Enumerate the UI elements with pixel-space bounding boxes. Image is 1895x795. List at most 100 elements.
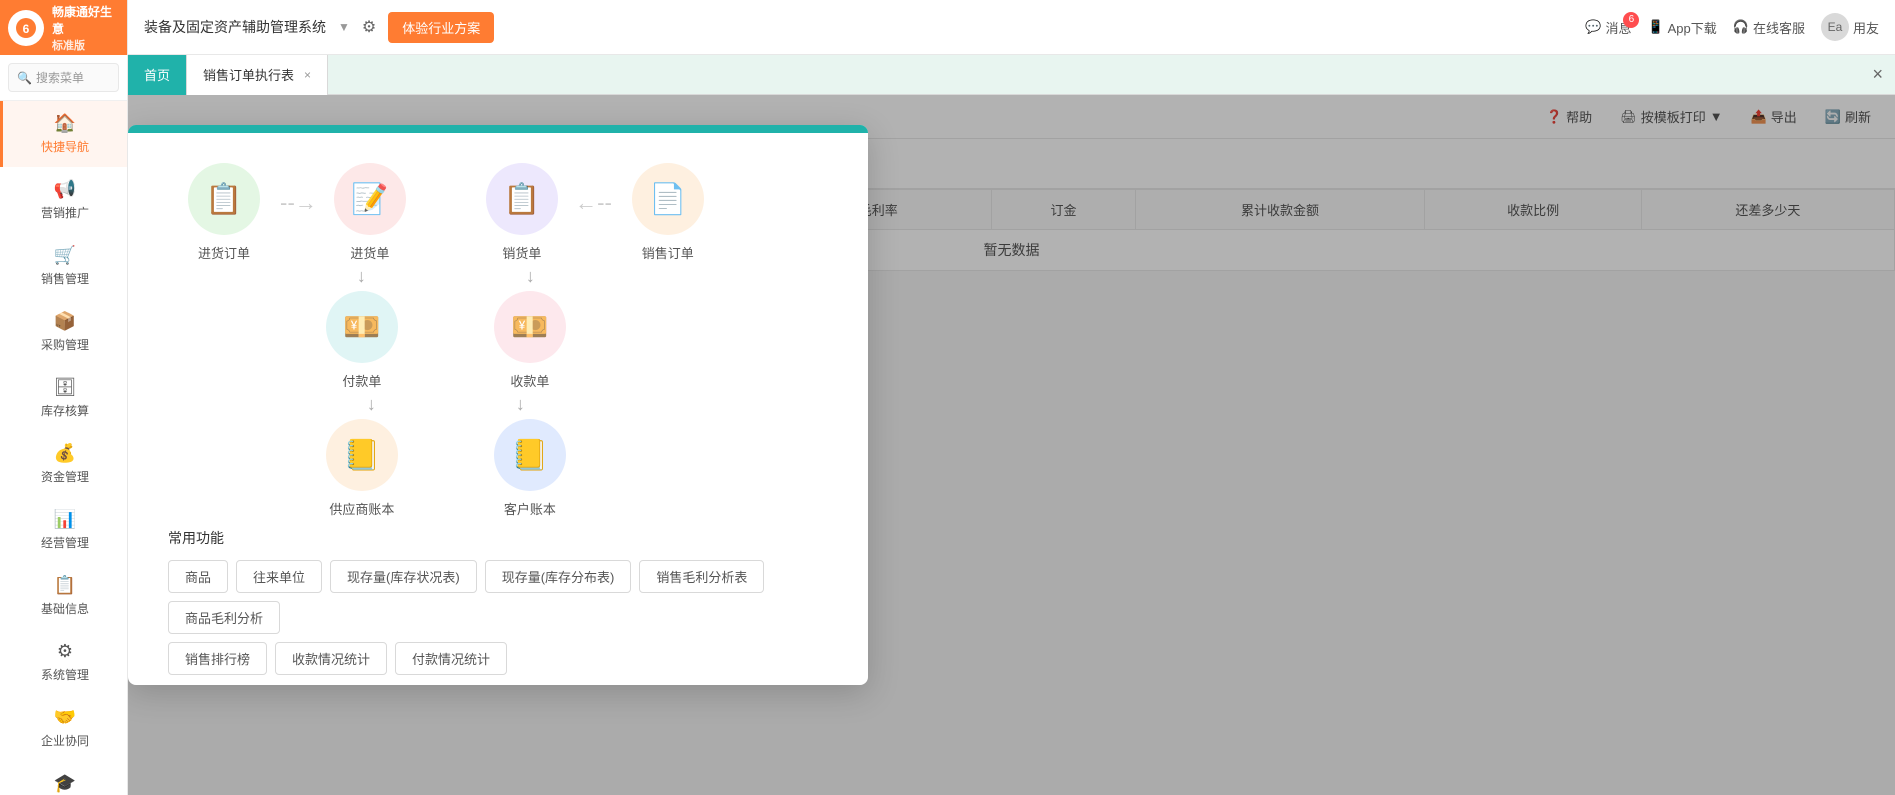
tab-active-label: 销售订单执行表 bbox=[203, 65, 294, 84]
sidebar-item-label: 经营管理 bbox=[41, 534, 89, 551]
sidebar-item-label: 基础信息 bbox=[41, 600, 89, 617]
user-section[interactable]: Ea 用友 bbox=[1821, 13, 1879, 41]
purchase-flow-col: 📋 进货订单 - - → 📝 bbox=[168, 163, 426, 518]
payment-icon: 💴 bbox=[343, 310, 380, 345]
header-right: 💬 消息 6 📱 App下载 🎧 在线客服 Ea 用友 bbox=[1585, 13, 1879, 41]
download-icon: 📱 bbox=[1647, 19, 1663, 35]
user-avatar: Ea bbox=[1821, 13, 1849, 41]
func-btn-goods[interactable]: 商品 bbox=[168, 560, 228, 593]
main-content: 装备及固定资产辅助管理系统 ▼ ⚙ 体验行业方案 💬 消息 6 📱 App下载 … bbox=[128, 0, 1895, 795]
finance-icon: 💰 bbox=[54, 443, 76, 464]
func-btn-sales-profit[interactable]: 销售毛利分析表 bbox=[639, 560, 764, 593]
online-service-label: 在线客服 bbox=[1753, 18, 1805, 37]
supplier-label: 供应商账本 bbox=[329, 499, 394, 518]
flow-node-purchase-order[interactable]: 📋 进货订单 bbox=[188, 163, 260, 262]
payment-label: 付款单 bbox=[342, 371, 381, 390]
sidebar-item-system[interactable]: ⚙ 系统管理 bbox=[0, 629, 127, 695]
sales-order-label: 销售订单 bbox=[642, 243, 694, 262]
message-icon: 💬 bbox=[1585, 19, 1601, 35]
purchase-bill-label: 进货单 bbox=[350, 243, 389, 262]
purchase-order-label: 进货订单 bbox=[198, 243, 250, 262]
marketing-icon: 📢 bbox=[54, 179, 76, 200]
sidebar-item-label: 快捷导航 bbox=[41, 138, 89, 155]
sidebar-item-marketing[interactable]: 📢 营销推广 bbox=[0, 167, 127, 233]
sales-order-circle: 📄 bbox=[632, 163, 704, 235]
sidebar-item-sales[interactable]: 🛒 销售管理 bbox=[0, 233, 127, 299]
sidebar-item-operations[interactable]: 📊 经营管理 bbox=[0, 497, 127, 563]
operations-icon: 📊 bbox=[54, 509, 76, 530]
app-download-btn[interactable]: 📱 App下载 bbox=[1647, 18, 1716, 37]
payment-circle: 💴 bbox=[326, 291, 398, 363]
guide-icon: 🎓 bbox=[54, 773, 76, 794]
search-icon: 🔍 bbox=[17, 71, 32, 85]
tab-close-icon[interactable]: × bbox=[304, 68, 311, 82]
search-menu-button[interactable]: 🔍 搜索菜单 bbox=[8, 63, 119, 92]
message-badge: 6 bbox=[1623, 12, 1639, 28]
settings-icon[interactable]: ⚙ bbox=[362, 17, 376, 37]
purchase-icon: 📦 bbox=[54, 311, 76, 332]
user-name: 用友 bbox=[1853, 18, 1879, 37]
arrow-down-4: ↓ bbox=[516, 394, 525, 415]
func-btn-partners[interactable]: 往来单位 bbox=[236, 560, 322, 593]
sidebar-item-label: 采购管理 bbox=[41, 336, 89, 353]
sidebar-item-collab[interactable]: 🤝 企业协同 bbox=[0, 695, 127, 761]
func-btn-stock-status[interactable]: 现存量(库存状况表) bbox=[330, 560, 477, 593]
customer-label: 客户账本 bbox=[504, 499, 556, 518]
customer-circle: 📒 bbox=[494, 419, 566, 491]
tabs-close-all-btn[interactable]: × bbox=[1860, 64, 1895, 85]
tab-home-label: 首页 bbox=[144, 65, 170, 84]
sidebar-item-guide[interactable]: 🎓 新手引导 bbox=[0, 761, 127, 795]
sidebar-item-finance[interactable]: 💰 资金管理 bbox=[0, 431, 127, 497]
quick-nav-icon: 🏠 bbox=[54, 113, 76, 134]
tab-sales-order[interactable]: 销售订单执行表 × bbox=[187, 55, 328, 95]
sidebar-item-basic[interactable]: 📋 基础信息 bbox=[0, 563, 127, 629]
online-service-btn[interactable]: 🎧 在线客服 bbox=[1733, 18, 1805, 37]
flow-node-receipt[interactable]: 💴 收款单 bbox=[494, 291, 566, 390]
top-header: 装备及固定资产辅助管理系统 ▼ ⚙ 体验行业方案 💬 消息 6 📱 App下载 … bbox=[128, 0, 1895, 55]
sales-icon: 🛒 bbox=[54, 245, 76, 266]
func-btn-receipt-stats[interactable]: 收款情况统计 bbox=[275, 642, 387, 675]
flow-node-payment[interactable]: 💴 付款单 bbox=[326, 291, 398, 390]
func-buttons-row-2: 销售排行榜 收款情况统计 付款情况统计 bbox=[168, 642, 828, 675]
message-btn[interactable]: 💬 消息 6 bbox=[1585, 18, 1631, 37]
system-icon: ⚙ bbox=[57, 641, 73, 662]
sidebar-item-label: 销售管理 bbox=[41, 270, 89, 287]
search-label: 搜索菜单 bbox=[36, 69, 84, 86]
flow-diagram: 📋 进货订单 - - → 📝 bbox=[168, 163, 828, 518]
sidebar-item-purchase[interactable]: 📦 采购管理 bbox=[0, 299, 127, 365]
sidebar-item-inventory[interactable]: 🗄 库存核算 bbox=[0, 365, 127, 431]
page-area: ❓ 帮助 🖨 按模板打印 ▼ 📤 导出 🔄 刷新 bbox=[128, 95, 1895, 795]
basic-icon: 📋 bbox=[54, 575, 76, 596]
common-functions-section: 常用功能 商品 往来单位 现存量(库存状况表) 现存量(库存分布表) 销售毛利分… bbox=[168, 528, 828, 675]
receipt-icon: 💴 bbox=[511, 310, 548, 345]
flow-row-sales-1: 📋 销货单 - - → 📄 bbox=[466, 163, 724, 262]
modal-overlay: 📋 进货订单 - - → 📝 bbox=[128, 95, 1895, 795]
flow-node-supplier-ledger[interactable]: 📒 供应商账本 bbox=[326, 419, 398, 518]
supplier-circle: 📒 bbox=[326, 419, 398, 491]
tab-home[interactable]: 首页 bbox=[128, 55, 187, 95]
sidebar-item-quick-nav[interactable]: 🏠 快捷导航 bbox=[0, 101, 127, 167]
func-btn-goods-profit[interactable]: 商品毛利分析 bbox=[168, 601, 280, 634]
modal-top-strip bbox=[128, 125, 868, 133]
trial-btn[interactable]: 体验行业方案 bbox=[388, 12, 494, 43]
down-arrow-pay: ↓ bbox=[168, 390, 426, 419]
down-arrow-pb: ↓ bbox=[168, 262, 426, 291]
sales-order-icon: 📄 bbox=[649, 182, 686, 217]
flow-node-sales-bill[interactable]: 📋 销货单 bbox=[486, 163, 558, 262]
inventory-icon: 🗄 bbox=[54, 377, 77, 398]
flow-node-sales-order[interactable]: 📄 销售订单 bbox=[632, 163, 704, 262]
sales-bill-label: 销货单 bbox=[502, 243, 541, 262]
func-btn-payment-stats[interactable]: 付款情况统计 bbox=[395, 642, 507, 675]
header-dropdown-icon[interactable]: ▼ bbox=[338, 20, 350, 34]
modal-body: 📋 进货订单 - - → 📝 bbox=[128, 133, 868, 685]
flow-node-customer-ledger[interactable]: 📒 客户账本 bbox=[494, 419, 566, 518]
flow-node-purchase-bill[interactable]: 📝 进货单 bbox=[334, 163, 406, 262]
func-btn-sales-rank[interactable]: 销售排行榜 bbox=[168, 642, 267, 675]
func-btn-stock-dist[interactable]: 现存量(库存分布表) bbox=[485, 560, 632, 593]
system-title: 装备及固定资产辅助管理系统 bbox=[144, 17, 326, 37]
purchase-order-circle: 📋 bbox=[188, 163, 260, 235]
sidebar-item-label: 资金管理 bbox=[41, 468, 89, 485]
svg-text:6: 6 bbox=[23, 22, 30, 36]
tabs-bar: 首页 销售订单执行表 × × bbox=[128, 55, 1895, 95]
sidebar-nav: 🏠 快捷导航 📢 营销推广 🛒 销售管理 📦 采购管理 🗄 库存核算 💰 bbox=[0, 101, 127, 795]
